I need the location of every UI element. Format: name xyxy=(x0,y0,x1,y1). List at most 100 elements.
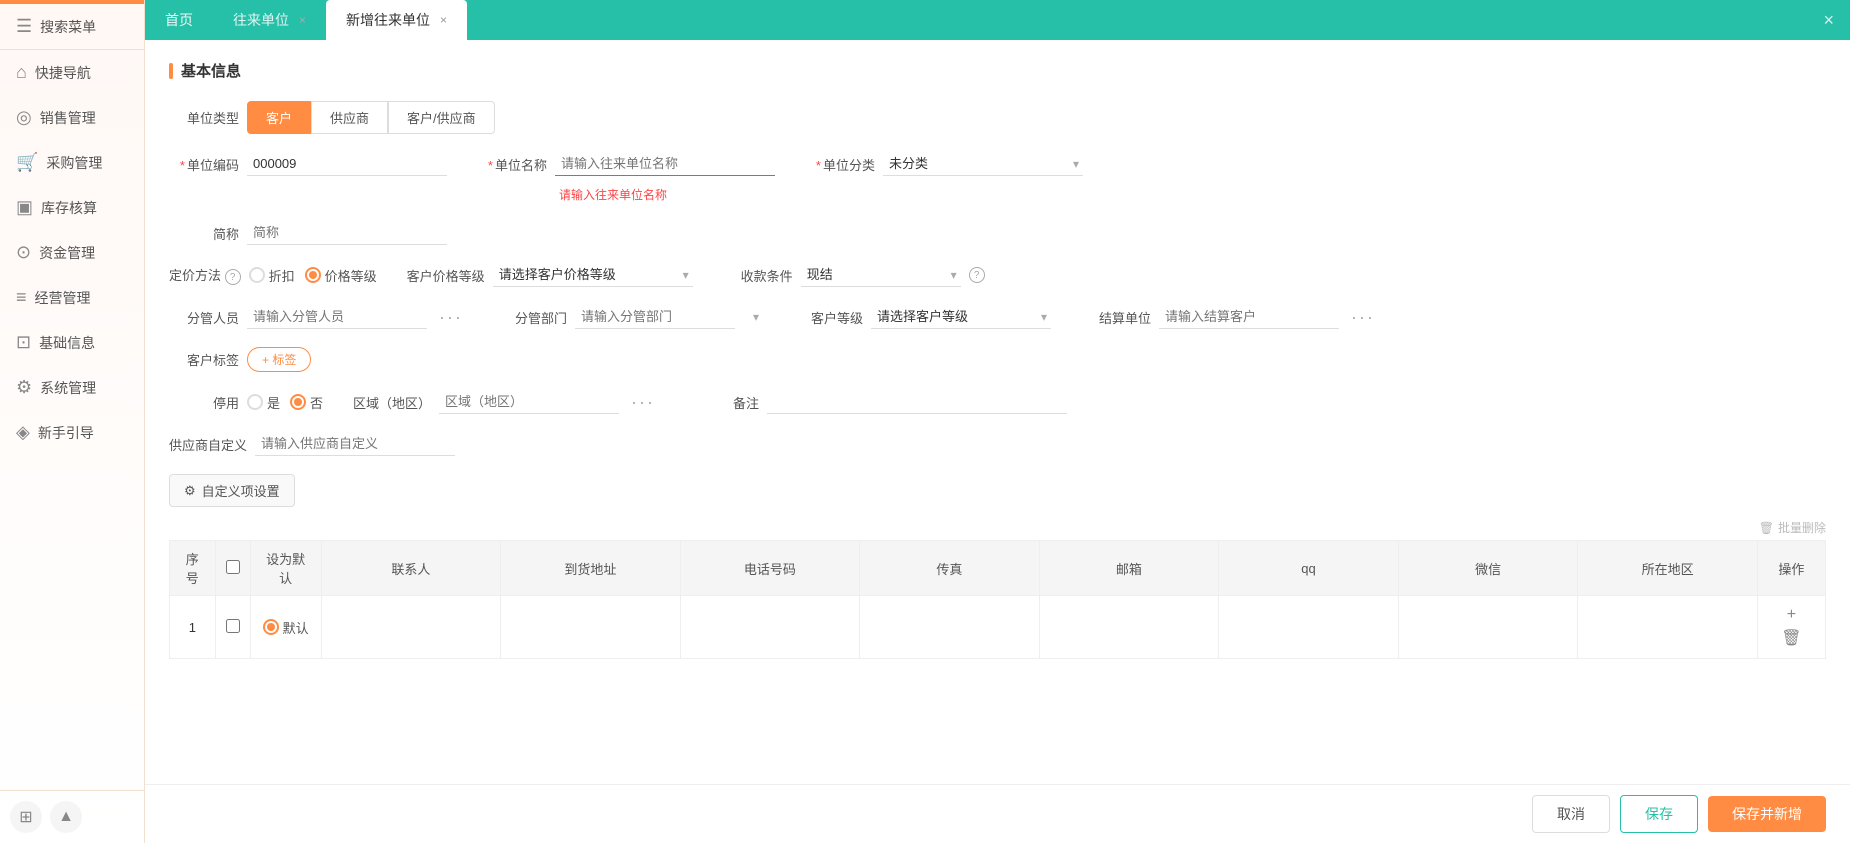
cell-contact[interactable] xyxy=(321,596,501,659)
cell-email[interactable] xyxy=(1039,596,1219,659)
bottom-bar: 取消 保存 保存并新增 xyxy=(145,784,1850,843)
sidebar-item-guide[interactable]: ◈ 新手引导 xyxy=(0,410,144,455)
pricing-level-radio[interactable]: 价格等级 xyxy=(305,266,377,285)
sidebar-item-operations[interactable]: ≡ 经营管理 xyxy=(0,275,144,320)
payment-terms-select-wrap[interactable]: 现结 xyxy=(801,263,961,287)
customer-level-select[interactable]: 请选择客户等级 xyxy=(871,305,1051,329)
unit-code-input[interactable] xyxy=(247,152,447,176)
sidebar-item-basic-info[interactable]: ⊡ 基础信息 xyxy=(0,320,144,365)
sidebar-item-sales[interactable]: ◎ 销售管理 xyxy=(0,95,144,140)
custom-settings-btn[interactable]: ⚙ 自定义项设置 xyxy=(169,474,295,507)
department-input[interactable] xyxy=(575,305,735,329)
sidebar-item-inventory[interactable]: ▣ 库存核算 xyxy=(0,185,144,230)
add-tag-btn[interactable]: + 标签 xyxy=(247,347,311,372)
sidebar-item-purchase[interactable]: 🛒 采购管理 xyxy=(0,140,144,185)
col-action: 操作 xyxy=(1757,541,1825,596)
unit-type-group: 单位类型 客户 供应商 客户/供应商 xyxy=(169,101,495,134)
sidebar-item-quick-nav[interactable]: ⌂ 快捷导航 xyxy=(0,50,144,95)
tab-home[interactable]: 首页 xyxy=(145,0,213,40)
tab-partner-list-close[interactable]: × xyxy=(299,13,306,27)
tab-partner-list[interactable]: 往来单位 × xyxy=(213,0,326,40)
pricing-discount-radio[interactable]: 折扣 xyxy=(249,266,295,285)
sidebar-item-label: 经营管理 xyxy=(35,288,91,308)
col-fax: 传真 xyxy=(860,541,1040,596)
payment-terms-group: 收款条件 现结 ? xyxy=(723,263,985,287)
cell-phone[interactable] xyxy=(680,596,860,659)
payment-terms-select[interactable]: 现结 xyxy=(801,263,961,287)
pricing-method-group: 定价方法 ? 折扣 价格等级 xyxy=(169,265,377,286)
unit-type-supplier-btn[interactable]: 供应商 xyxy=(311,101,388,134)
customer-price-level-select[interactable]: 请选择客户价格等级 xyxy=(493,263,693,287)
tab-add-partner-close[interactable]: × xyxy=(440,13,447,27)
payment-terms-help-icon[interactable]: ? xyxy=(969,267,985,283)
customer-level-select-wrap[interactable]: 请选择客户等级 xyxy=(871,305,1051,329)
unit-name-input[interactable] xyxy=(555,152,775,176)
qq-input[interactable] xyxy=(1229,620,1388,635)
sidebar-bottom-icon-1[interactable]: ⊞ xyxy=(10,801,42,833)
manager-dots-btn[interactable]: ··· xyxy=(435,307,467,328)
remark-label: 备注 xyxy=(689,393,759,412)
phone-input[interactable] xyxy=(691,620,850,635)
search-icon: ☰ xyxy=(16,16,32,37)
settlement-unit-dots-btn[interactable]: ··· xyxy=(1347,307,1379,328)
unit-type-customer-btn[interactable]: 客户 xyxy=(247,101,311,134)
cell-fax[interactable] xyxy=(860,596,1040,659)
pricing-method-help-icon[interactable]: ? xyxy=(225,269,241,285)
address-input[interactable] xyxy=(511,620,670,635)
manager-input[interactable] xyxy=(247,305,427,329)
department-select-wrap[interactable] xyxy=(743,306,763,329)
short-name-label: 简称 xyxy=(169,224,239,243)
cancel-button[interactable]: 取消 xyxy=(1532,795,1610,833)
row-default-radio[interactable]: 默认 xyxy=(261,618,311,637)
short-name-input[interactable] xyxy=(247,221,447,245)
disabled-yes-radio[interactable]: 是 xyxy=(247,393,280,412)
tabs-bar: 首页 往来单位 × 新增往来单位 × × xyxy=(145,0,1850,40)
cell-qq[interactable] xyxy=(1219,596,1399,659)
customer-price-level-select-wrap[interactable]: 请选择客户价格等级 xyxy=(493,263,693,287)
unit-type-both-btn[interactable]: 客户/供应商 xyxy=(388,101,495,134)
custom-settings-label: 自定义项设置 xyxy=(202,481,280,500)
disabled-no-radio[interactable]: 否 xyxy=(290,393,323,412)
sidebar-item-label: 新手引导 xyxy=(38,423,94,443)
sidebar-item-finance[interactable]: ⊙ 资金管理 xyxy=(0,230,144,275)
region-input[interactable] xyxy=(439,390,619,414)
tabs-close-all[interactable]: × xyxy=(1807,0,1850,40)
unit-name-input-wrap xyxy=(555,152,775,176)
remark-input[interactable] xyxy=(767,390,1067,414)
sidebar-item-label: 基础信息 xyxy=(39,333,95,353)
pricing-discount-radio-circle xyxy=(249,267,265,283)
supplier-custom-input[interactable] xyxy=(255,432,455,456)
fax-input[interactable] xyxy=(870,620,1029,635)
settlement-unit-input[interactable] xyxy=(1159,305,1339,329)
region-dots-btn[interactable]: ··· xyxy=(627,392,659,413)
code-name-category-row: *单位编码 *单位名称 请输入往来单位名称 xyxy=(169,152,1826,203)
save-new-button[interactable]: 保存并新增 xyxy=(1708,796,1826,832)
cell-address[interactable] xyxy=(501,596,681,659)
customer-level-label: 客户等级 xyxy=(793,308,863,327)
sidebar-item-system[interactable]: ⚙ 系统管理 xyxy=(0,365,144,410)
save-button[interactable]: 保存 xyxy=(1620,795,1698,833)
cell-checkbox[interactable] xyxy=(215,596,250,659)
row-add-btn[interactable]: + xyxy=(1783,604,1800,626)
sidebar-search[interactable]: ☰ 搜索菜单 xyxy=(0,4,144,50)
wechat-input[interactable] xyxy=(1409,620,1568,635)
disabled-yes-circle xyxy=(247,394,263,410)
sidebar-bottom-icon-2[interactable]: ▲ xyxy=(50,801,82,833)
row-delete-btn[interactable]: 🗑 xyxy=(1777,626,1805,650)
unit-category-select-wrap[interactable]: 未分类 xyxy=(883,152,1083,176)
gear-icon: ⚙ xyxy=(184,483,196,499)
table-row: 1 默认 xyxy=(170,596,1826,659)
unit-category-select[interactable]: 未分类 xyxy=(883,152,1083,176)
department-label: 分管部门 xyxy=(497,308,567,327)
tab-add-partner[interactable]: 新增往来单位 × xyxy=(326,0,467,40)
row-checkbox[interactable] xyxy=(226,619,240,633)
select-all-checkbox[interactable] xyxy=(226,560,240,574)
sidebar-item-label: 采购管理 xyxy=(46,153,102,173)
region-table-input[interactable] xyxy=(1588,620,1747,635)
cell-wechat[interactable] xyxy=(1398,596,1578,659)
batch-delete-area[interactable]: 🗑 批量删除 xyxy=(169,519,1826,536)
cell-region[interactable] xyxy=(1578,596,1758,659)
contact-input[interactable] xyxy=(332,620,491,635)
customer-tag-label: 客户标签 xyxy=(169,350,239,369)
email-input[interactable] xyxy=(1050,620,1209,635)
